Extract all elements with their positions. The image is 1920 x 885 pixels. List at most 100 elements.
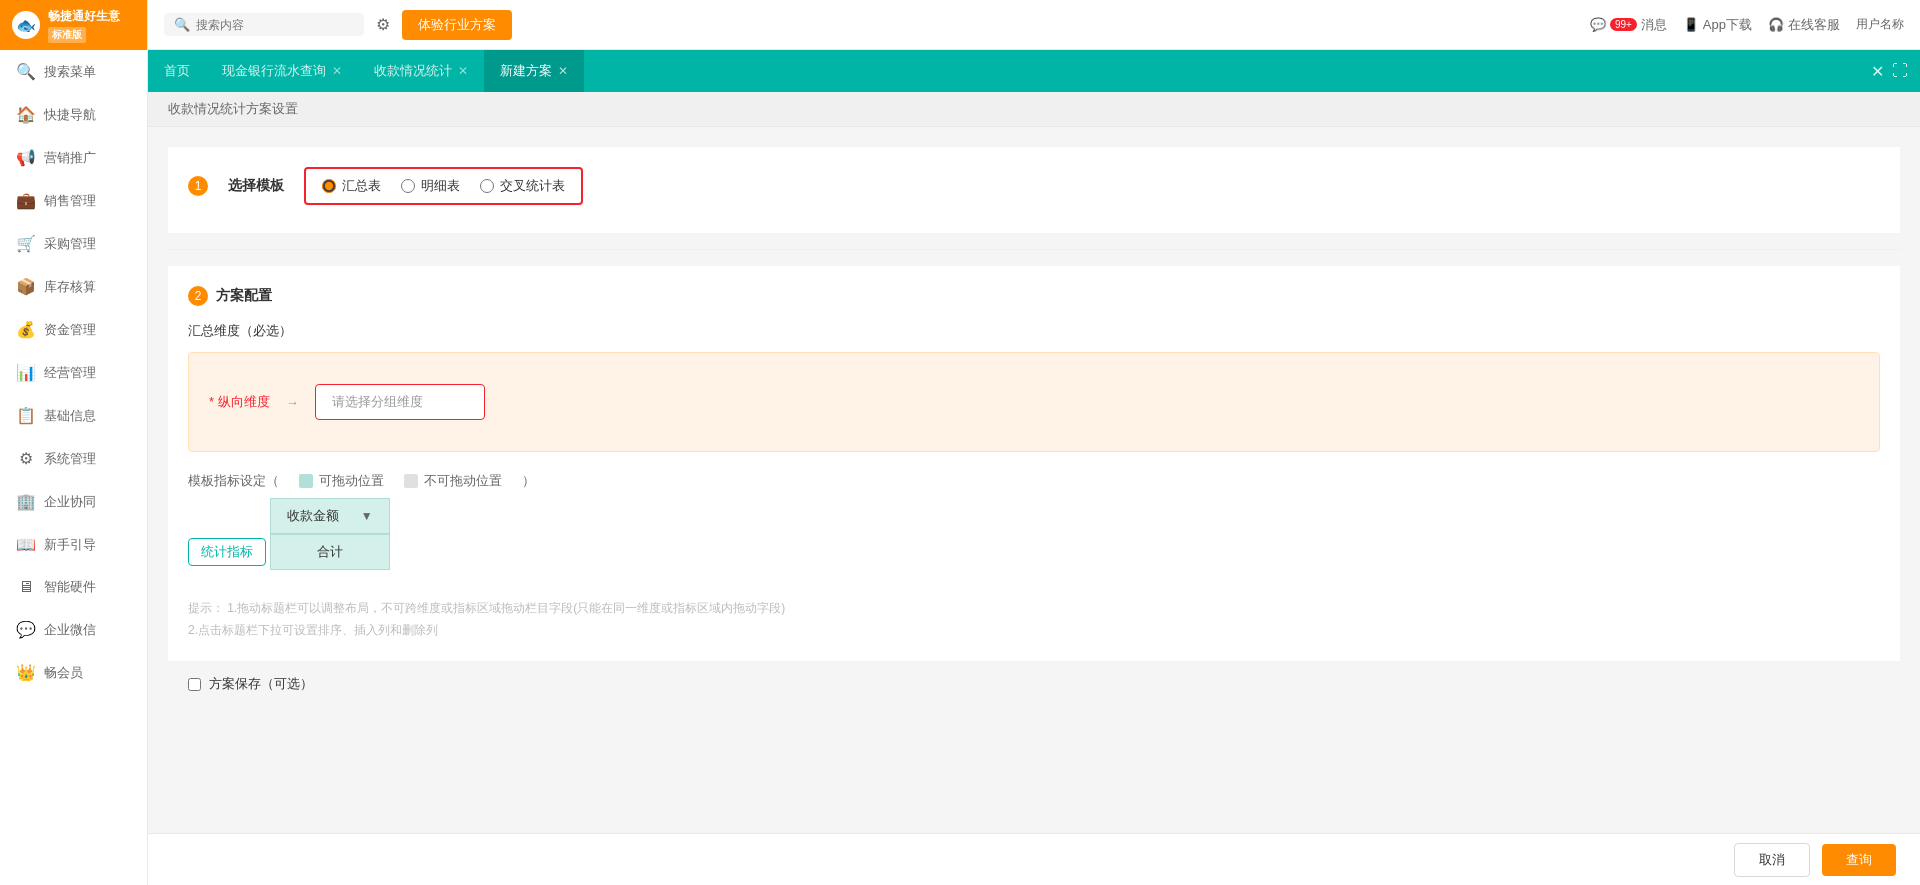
sidebar-label-hardware: 智能硬件 [44, 578, 96, 596]
step2-header: 2 方案配置 [188, 286, 1880, 306]
metrics-table: 收款金额 ▼ 合计 [270, 498, 390, 570]
tabbar-expand-btn[interactable]: ⛶ [1892, 62, 1908, 80]
footer: 取消 查询 [148, 833, 1920, 885]
tab-bank-flow-close[interactable]: ✕ [332, 64, 342, 78]
sidebar-item-finance[interactable]: 💰 资金管理 [0, 308, 147, 351]
step1-header-row: 1 选择模板 汇总表 明细表 [188, 167, 1880, 205]
dimension-row: * 纵向维度 → 请选择分组维度 [209, 384, 485, 420]
main-area: 🔍 ⚙ 体验行业方案 💬 99+ 消息 📱 App下载 🎧 在线客服 用户名称 … [148, 0, 1920, 885]
dimension-arrow: → [286, 395, 299, 410]
content-area: 收款情况统计方案设置 1 选择模板 汇总表 [148, 92, 1920, 885]
industry-button[interactable]: 体验行业方案 [402, 10, 512, 40]
message-label: 消息 [1641, 16, 1667, 34]
gear-button[interactable]: ⚙ [376, 15, 390, 34]
page-body: 1 选择模板 汇总表 明细表 [148, 127, 1920, 727]
tab-payment-stats-close[interactable]: ✕ [458, 64, 468, 78]
sidebar-label-operations: 经营管理 [44, 364, 96, 382]
draggable-hint: 可拖动位置 [299, 472, 384, 490]
sidebar-logo: 🐟 畅捷通好生意 标准版 [0, 0, 147, 50]
guide-icon: 📖 [16, 535, 36, 554]
tip-line1: 提示： 1.拖动标题栏可以调整布局，不可跨维度或指标区域拖动栏目字段(只能在同一… [188, 598, 1880, 620]
search-input[interactable] [196, 18, 336, 32]
cancel-button[interactable]: 取消 [1734, 843, 1810, 877]
radio-summary[interactable]: 汇总表 [322, 177, 381, 195]
support-icon: 🎧 [1768, 17, 1784, 32]
draggable-label: 可拖动位置 [319, 472, 384, 490]
sidebar-item-basics[interactable]: 📋 基础信息 [0, 394, 147, 437]
tabbar-actions: ✕ ⛶ [1871, 62, 1920, 81]
inventory-icon: 📦 [16, 277, 36, 296]
page-header: 收款情况统计方案设置 [148, 92, 1920, 127]
search-icon: 🔍 [16, 62, 36, 81]
sidebar-item-enterprise[interactable]: 🏢 企业协同 [0, 480, 147, 523]
sidebar-item-search[interactable]: 🔍 搜索菜单 [0, 50, 147, 93]
tab-payment-stats[interactable]: 收款情况统计 ✕ [358, 50, 484, 92]
sidebar-item-inventory[interactable]: 📦 库存核算 [0, 265, 147, 308]
sidebar-label-system: 系统管理 [44, 450, 96, 468]
search-icon-topbar: 🔍 [174, 17, 190, 32]
dimension-section-label: 汇总维度（必选） [188, 322, 1880, 340]
page-header-text: 收款情况统计方案设置 [168, 101, 298, 116]
username-display: 用户名称 [1856, 16, 1904, 33]
topbar-right: 💬 99+ 消息 📱 App下载 🎧 在线客服 用户名称 [1590, 16, 1904, 34]
tab-bank-flow[interactable]: 现金银行流水查询 ✕ [206, 50, 358, 92]
radio-crosstab-input[interactable] [480, 179, 494, 193]
sidebar-item-member[interactable]: 👑 畅会员 [0, 651, 147, 694]
message-button[interactable]: 💬 99+ 消息 [1590, 16, 1667, 34]
sidebar: 🐟 畅捷通好生意 标准版 🔍 搜索菜单 🏠 快捷导航 📢 营销推广 💼 销售管理… [0, 0, 148, 885]
save-option-label: 方案保存（可选） [209, 675, 313, 693]
metrics-cell-total: 合计 [270, 534, 390, 570]
sidebar-label-guide: 新手引导 [44, 536, 96, 554]
dimension-select-placeholder: 请选择分组维度 [332, 394, 423, 409]
non-draggable-label: 不可拖动位置 [424, 472, 502, 490]
query-button[interactable]: 查询 [1822, 844, 1896, 876]
sidebar-item-nav[interactable]: 🏠 快捷导航 [0, 93, 147, 136]
download-icon: 📱 [1683, 17, 1699, 32]
tab-payment-stats-label: 收款情况统计 [374, 62, 452, 80]
download-button[interactable]: 📱 App下载 [1683, 16, 1752, 34]
support-button[interactable]: 🎧 在线客服 [1768, 16, 1840, 34]
template-selection-box: 汇总表 明细表 交叉统计表 [304, 167, 583, 205]
metrics-amount-label: 收款金额 [287, 507, 339, 525]
radio-crosstab-label: 交叉统计表 [500, 177, 565, 195]
sidebar-item-operations[interactable]: 📊 经营管理 [0, 351, 147, 394]
sidebar-label-nav: 快捷导航 [44, 106, 96, 124]
sidebar-label-wechat: 企业微信 [44, 621, 96, 639]
radio-summary-label: 汇总表 [342, 177, 381, 195]
tab-new-plan-close[interactable]: ✕ [558, 64, 568, 78]
sidebar-item-guide[interactable]: 📖 新手引导 [0, 523, 147, 566]
sidebar-label-sales: 销售管理 [44, 192, 96, 210]
step2-section: 2 方案配置 汇总维度（必选） * 纵向维度 → 请选择分组维度 [168, 266, 1900, 661]
radio-detail-input[interactable] [401, 179, 415, 193]
tab-home[interactable]: 首页 [148, 50, 206, 92]
hardware-icon: 🖥 [16, 578, 36, 596]
sidebar-item-system[interactable]: ⚙ 系统管理 [0, 437, 147, 480]
metrics-cell-amount[interactable]: 收款金额 ▼ [270, 498, 390, 534]
tab-new-plan[interactable]: 新建方案 ✕ [484, 50, 584, 92]
message-icon: 💬 [1590, 17, 1606, 32]
dimension-select[interactable]: 请选择分组维度 [315, 384, 485, 420]
sidebar-nav: 🔍 搜索菜单 🏠 快捷导航 📢 营销推广 💼 销售管理 🛒 采购管理 📦 库存核… [0, 50, 147, 885]
sales-icon: 💼 [16, 191, 36, 210]
tabbar-close-btn[interactable]: ✕ [1871, 62, 1884, 81]
operations-icon: 📊 [16, 363, 36, 382]
sidebar-item-marketing[interactable]: 📢 营销推广 [0, 136, 147, 179]
radio-summary-input[interactable] [322, 179, 336, 193]
metrics-close-paren: ） [522, 472, 535, 490]
radio-crosstab[interactable]: 交叉统计表 [480, 177, 565, 195]
sidebar-item-wechat[interactable]: 💬 企业微信 [0, 608, 147, 651]
sidebar-item-sales[interactable]: 💼 销售管理 [0, 179, 147, 222]
save-checkbox[interactable] [188, 678, 201, 691]
search-box[interactable]: 🔍 [164, 13, 364, 36]
sidebar-label-inventory: 库存核算 [44, 278, 96, 296]
tip-line2: 2.点击标题栏下拉可设置排序、插入列和删除列 [188, 620, 1880, 642]
topbar: 🔍 ⚙ 体验行业方案 💬 99+ 消息 📱 App下载 🎧 在线客服 用户名称 [148, 0, 1920, 50]
finance-icon: 💰 [16, 320, 36, 339]
sidebar-item-hardware[interactable]: 🖥 智能硬件 [0, 566, 147, 608]
metrics-amount-dropdown[interactable]: ▼ [361, 509, 373, 523]
sidebar-item-purchase[interactable]: 🛒 采购管理 [0, 222, 147, 265]
edition-badge: 标准版 [48, 27, 86, 43]
purchase-icon: 🛒 [16, 234, 36, 253]
download-label: App下载 [1703, 16, 1752, 34]
radio-detail[interactable]: 明细表 [401, 177, 460, 195]
